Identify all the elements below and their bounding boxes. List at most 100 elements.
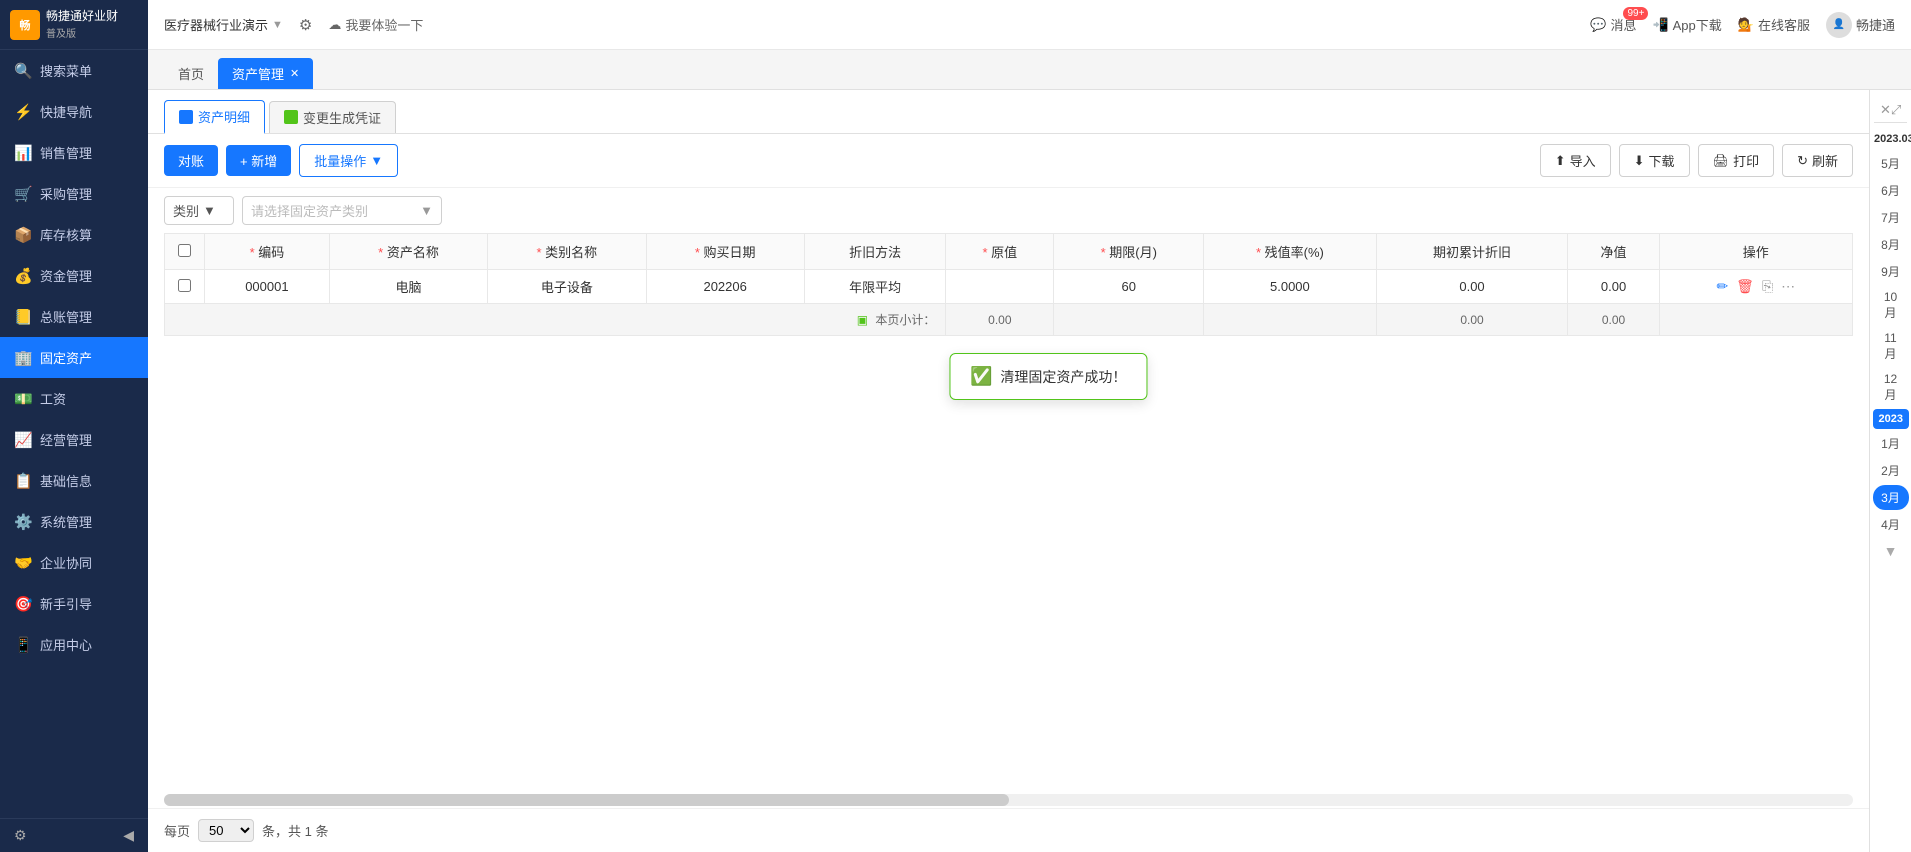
subtab-bar: 资产明细 变更生成凭证: [148, 90, 1869, 134]
select-all-checkbox[interactable]: [178, 244, 191, 257]
category-input-placeholder: 请选择固定资产类别: [251, 201, 368, 220]
reconcile-button[interactable]: 对账: [164, 145, 218, 176]
month-5[interactable]: 5月: [1873, 151, 1909, 176]
app-download-button[interactable]: 📲 App下载: [1652, 15, 1721, 34]
ledger-icon: 📒: [14, 308, 32, 326]
category-input[interactable]: 请选择固定资产类别 ▼: [242, 196, 442, 225]
collapse-icon[interactable]: ◀: [123, 827, 134, 844]
company-name: 医疗器械行业演示: [164, 15, 268, 34]
subtotal-empty2: [1204, 304, 1376, 336]
download-label: 下载: [1649, 151, 1675, 170]
print-label: 打印: [1733, 151, 1759, 170]
subtotal-original: 0.00: [946, 304, 1054, 336]
month-8[interactable]: 8月: [1873, 232, 1909, 257]
service-label: 在线客服: [1758, 15, 1810, 34]
sidebar-item-label: 基础信息: [40, 471, 92, 490]
subtab-asset-list[interactable]: 资产明细: [164, 100, 265, 134]
subtotal-actions: [1659, 304, 1852, 336]
subtotal-accumulated: 0.00: [1376, 304, 1568, 336]
category-filter-label: 类别: [173, 201, 199, 220]
month-3[interactable]: 3月: [1873, 485, 1909, 510]
online-service-button[interactable]: 💁 在线客服: [1738, 15, 1810, 34]
inventory-icon: 📦: [14, 226, 32, 244]
tab-asset-mgmt[interactable]: 资产管理 ✕: [218, 58, 313, 89]
month-1[interactable]: 1月: [1873, 431, 1909, 456]
month-7[interactable]: 7月: [1873, 205, 1909, 230]
sidebar-item-basic-info[interactable]: 📋 基础信息: [0, 460, 148, 501]
row-checkbox-cell: [165, 270, 205, 304]
sidebar-item-system[interactable]: ⚙️ 系统管理: [0, 501, 148, 542]
company-selector[interactable]: 医疗器械行业演示 ▼: [164, 15, 283, 34]
app-download-label: App下载: [1673, 15, 1722, 34]
topbar-right: 💬 消息 99+ 📲 App下载 💁 在线客服 👤 畅捷通: [1590, 12, 1895, 38]
tab-close-icon[interactable]: ✕: [290, 67, 299, 80]
sidebar-item-enterprise[interactable]: 🤝 企业协同: [0, 542, 148, 583]
content-body: 编码 资产名称 类别名称 购买日期 折旧方法 原值 期限(月) 残值率(%) 期…: [148, 233, 1869, 808]
experience-button[interactable]: ☁ 我要体验一下: [328, 15, 423, 34]
edit-icon[interactable]: ✏: [1716, 278, 1728, 295]
row-checkbox[interactable]: [178, 279, 191, 292]
success-toast: ✅ 清理固定资产成功！: [949, 353, 1147, 400]
batch-button[interactable]: 批量操作 ▼: [299, 144, 398, 177]
sidebar-item-fixed-assets[interactable]: 🏢 固定资产: [0, 337, 148, 378]
service-icon: 💁: [1738, 17, 1754, 33]
panel-expand-icon[interactable]: ⤢: [1891, 102, 1901, 118]
cell-actions: ✏ 🗑 ⎘ ⋯: [1659, 270, 1852, 304]
sidebar-item-salary[interactable]: 💵 工资: [0, 378, 148, 419]
asset-table: 编码 资产名称 类别名称 购买日期 折旧方法 原值 期限(月) 残值率(%) 期…: [164, 233, 1853, 336]
more-icon[interactable]: ⋯: [1781, 278, 1795, 295]
panel-close-icon[interactable]: ✕: [1880, 102, 1891, 118]
sidebar-item-label: 快捷导航: [40, 102, 92, 121]
sidebar-item-app-center[interactable]: 📱 应用中心: [0, 624, 148, 665]
sidebar-item-funds[interactable]: 💰 资金管理: [0, 255, 148, 296]
tab-home[interactable]: 首页: [164, 58, 218, 89]
year-2023-badge[interactable]: 2023: [1873, 409, 1909, 429]
sidebar-item-quick-nav[interactable]: ⚡ 快捷导航: [0, 91, 148, 132]
right-panel-header: ✕ ⤢: [1874, 98, 1907, 123]
message-button[interactable]: 💬 消息 99+: [1590, 15, 1636, 34]
col-net-value: 净值: [1568, 234, 1659, 270]
panel-year-label: 2023.03: [1874, 129, 1907, 149]
print-button[interactable]: 🖨 打印: [1698, 144, 1775, 177]
col-code: 编码: [205, 234, 330, 270]
sidebar-item-guide[interactable]: 🎯 新手引导: [0, 583, 148, 624]
copy-icon[interactable]: ⎘: [1762, 278, 1773, 295]
import-button[interactable]: ⬆ 导入: [1540, 144, 1611, 177]
month-6[interactable]: 6月: [1873, 178, 1909, 203]
panel-down-icon[interactable]: ▼: [1884, 543, 1898, 559]
delete-icon[interactable]: 🗑: [1736, 278, 1754, 295]
sidebar-item-label: 采购管理: [40, 184, 92, 203]
fixed-assets-icon: 🏢: [14, 349, 32, 367]
sidebar-item-inventory[interactable]: 📦 库存核算: [0, 214, 148, 255]
col-depreciation: 折旧方法: [804, 234, 946, 270]
month-2[interactable]: 2月: [1873, 458, 1909, 483]
batch-arrow-icon: ▼: [370, 153, 383, 168]
settings-icon[interactable]: ⚙: [14, 827, 27, 844]
filter-bar: 类别 ▼ 请选择固定资产类别 ▼: [148, 188, 1869, 233]
month-10[interactable]: 10月: [1873, 286, 1909, 325]
sidebar-item-label: 经营管理: [40, 430, 92, 449]
month-4[interactable]: 4月: [1873, 512, 1909, 537]
category-filter[interactable]: 类别 ▼: [164, 196, 234, 225]
download-button[interactable]: ⬇ 下载: [1619, 144, 1690, 177]
month-9[interactable]: 9月: [1873, 259, 1909, 284]
settings-gear-icon[interactable]: ⚙: [299, 16, 312, 34]
user-menu[interactable]: 👤 畅捷通: [1826, 12, 1895, 38]
horizontal-scrollbar[interactable]: [164, 794, 1853, 806]
add-button[interactable]: + 新增: [226, 145, 291, 176]
sidebar-item-search[interactable]: 🔍 搜索菜单: [0, 50, 148, 91]
per-page-select[interactable]: 50 100 200: [198, 819, 254, 842]
toolbar: 对账 + 新增 批量操作 ▼ ⬆ 导入 ⬇ 下载 🖨: [148, 134, 1869, 188]
cell-residual-rate: 5.0000: [1204, 270, 1376, 304]
refresh-button[interactable]: ↻ 刷新: [1782, 144, 1853, 177]
sidebar-item-operations[interactable]: 📈 经营管理: [0, 419, 148, 460]
sidebar-item-sales[interactable]: 📊 销售管理: [0, 132, 148, 173]
subtab-change-voucher-icon: [284, 110, 298, 124]
month-11[interactable]: 11月: [1873, 327, 1909, 366]
subtab-change-voucher[interactable]: 变更生成凭证: [269, 101, 396, 133]
sales-icon: 📊: [14, 144, 32, 162]
sidebar-item-purchase[interactable]: 🛒 采购管理: [0, 173, 148, 214]
month-12[interactable]: 12月: [1873, 368, 1909, 407]
sidebar-item-ledger[interactable]: 📒 总账管理: [0, 296, 148, 337]
cloud-icon: ☁: [328, 17, 341, 33]
